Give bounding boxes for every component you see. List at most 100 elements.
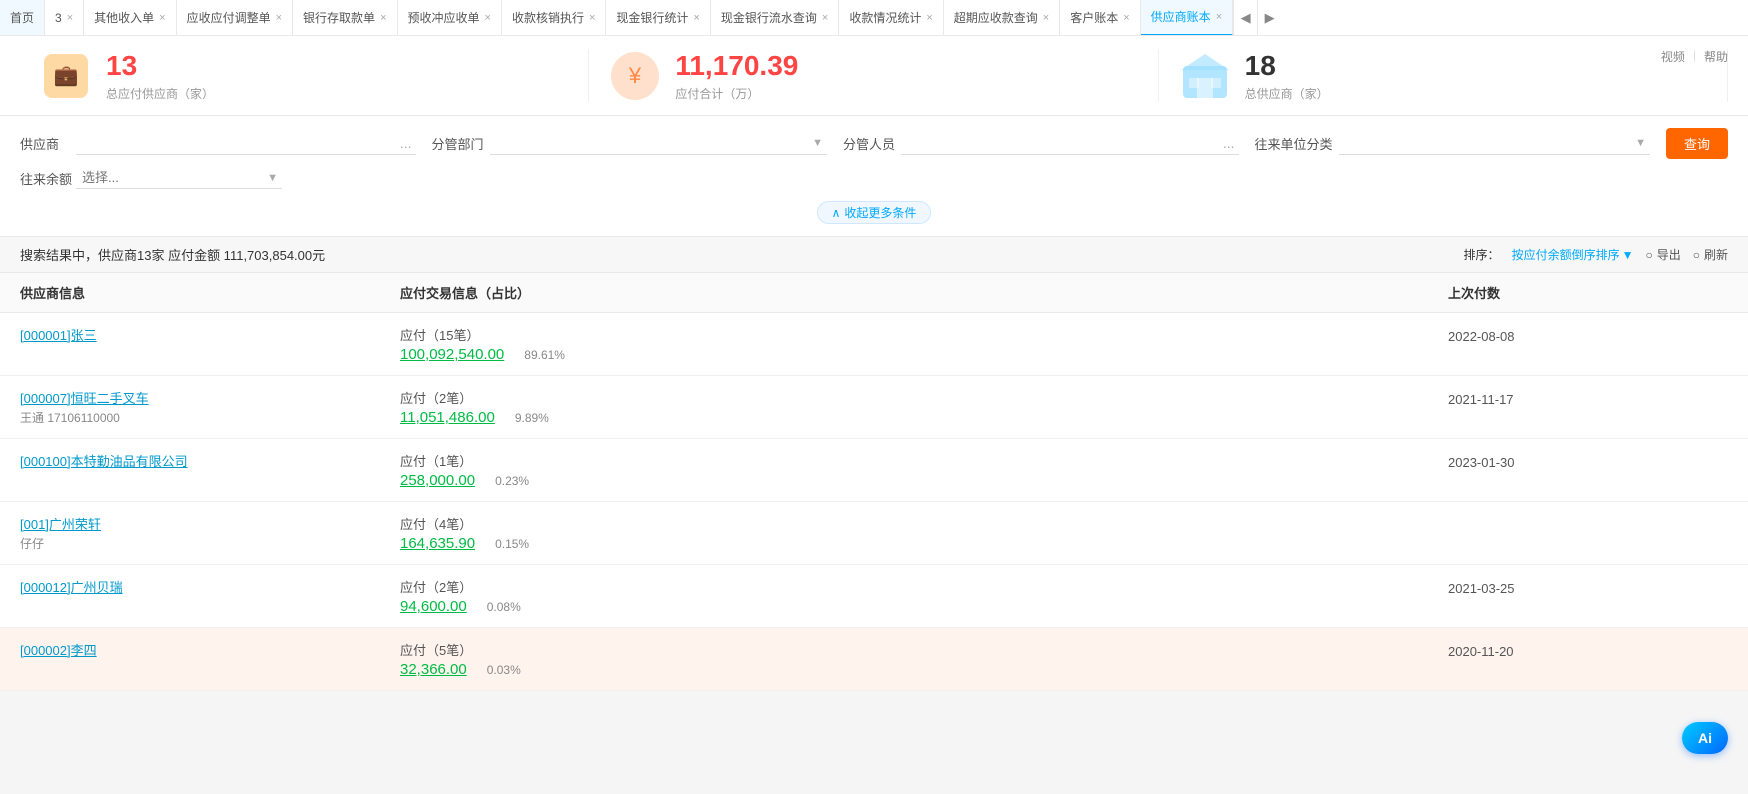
summary-card-payable-suppliers: 💼 13 总应付供应商（家）: [20, 49, 589, 102]
table-row[interactable]: [001]广州荣轩 仔仔 应付（4笔） 164,635.90 0.15%: [0, 502, 1748, 565]
supplier-contact: 王通 17106110000: [20, 409, 400, 426]
dept-dropdown-icon[interactable]: ▼: [812, 137, 823, 149]
cell-supplier: [000001]张三: [20, 325, 400, 344]
nav-prev-arrow[interactable]: ◀: [1233, 0, 1257, 36]
supplier-link[interactable]: [001]广州荣轩: [20, 514, 400, 533]
nav-tab-prepay[interactable]: 预收冲应收单 ×: [398, 0, 502, 36]
nav-tab-cash-stat-label: 现金银行统计: [616, 9, 688, 26]
export-link[interactable]: ○ 导出: [1645, 246, 1680, 263]
supplier-link[interactable]: [000007]恒旺二手叉车: [20, 388, 400, 407]
cell-supplier: [000012]广州贝瑞: [20, 577, 400, 596]
close-icon[interactable]: ×: [693, 12, 699, 24]
close-icon[interactable]: ×: [159, 12, 165, 24]
nav-tab-receipt-stat[interactable]: 收款情况统计 ×: [839, 0, 943, 36]
ai-button[interactable]: Ai: [1682, 722, 1728, 754]
nav-next-arrow[interactable]: ▶: [1257, 0, 1281, 36]
nav-tab-adjust-label: 应收应付调整单: [187, 9, 271, 26]
sort-select[interactable]: 按应付余额倒序排序 ▼: [1512, 246, 1634, 263]
cell-lastpay: [1448, 514, 1728, 518]
person-input-wrap: ...: [901, 133, 1238, 155]
th-transaction: 应付交易信息（占比）: [400, 283, 1448, 302]
collapse-button[interactable]: ∧ 收起更多条件: [817, 201, 932, 224]
close-icon[interactable]: ×: [1123, 12, 1129, 24]
table-row[interactable]: [000012]广州贝瑞 应付（2笔） 94,600.00 0.08% 2021…: [0, 565, 1748, 628]
close-icon[interactable]: ×: [822, 12, 828, 24]
close-icon[interactable]: ×: [380, 12, 386, 24]
dept-filter-label: 分管部门: [432, 134, 484, 153]
nav-tab-3[interactable]: 3 ×: [45, 0, 84, 36]
balance-input[interactable]: [76, 167, 282, 188]
nav-tab-3-label: 3: [55, 11, 62, 25]
balance-dropdown-icon[interactable]: ▼: [267, 172, 278, 184]
tx-amount[interactable]: 32,366.00: [400, 661, 467, 678]
filter-row-2: 往来余额 ▼: [20, 167, 1728, 189]
refresh-link[interactable]: ○ 刷新: [1693, 246, 1728, 263]
close-icon[interactable]: ×: [67, 12, 73, 24]
table-row[interactable]: [000002]李四 应付（5笔） 32,366.00 0.03% 2020-1…: [0, 628, 1748, 691]
dept-input[interactable]: [490, 133, 827, 154]
nav-tab-supplier-book[interactable]: 供应商账本 ×: [1141, 0, 1233, 36]
supplier-contact: 仔仔: [20, 535, 400, 552]
supplier-link[interactable]: [000012]广州贝瑞: [20, 577, 400, 596]
close-icon[interactable]: ×: [276, 12, 282, 24]
close-icon[interactable]: ×: [589, 12, 595, 24]
tx-label: 应付（2笔）: [400, 577, 1448, 596]
close-icon[interactable]: ×: [485, 12, 491, 24]
cell-transaction: 应付（4笔） 164,635.90 0.15%: [400, 514, 1448, 552]
table-row[interactable]: [000007]恒旺二手叉车 王通 17106110000 应付（2笔） 11,…: [0, 376, 1748, 439]
refresh-label: 刷新: [1704, 246, 1728, 263]
summary-card-total-suppliers: 18 总供应商（家）: [1159, 49, 1728, 102]
query-button[interactable]: 查询: [1666, 128, 1728, 159]
supplier-link[interactable]: [000001]张三: [20, 325, 400, 344]
supplier-link[interactable]: [000100]本特勤油品有限公司: [20, 451, 400, 470]
nav-tab-cash-flow-label: 现金银行流水查询: [721, 9, 817, 26]
nav-tab-home[interactable]: 首页: [0, 0, 45, 36]
supplier-link[interactable]: [000002]李四: [20, 640, 400, 659]
tx-amount[interactable]: 164,635.90: [400, 535, 475, 552]
tx-amount[interactable]: 258,000.00: [400, 472, 475, 489]
data-table: 供应商信息 应付交易信息（占比） 上次付数 [000001]张三 应付（15笔）…: [0, 273, 1748, 691]
payable-suppliers-label: 总应付供应商（家）: [106, 85, 214, 102]
close-icon[interactable]: ×: [1043, 12, 1049, 24]
result-summary-text: 搜索结果中，供应商13家 应付金额 111,703,854.00元: [20, 245, 325, 264]
nav-tab-bank[interactable]: 银行存取款单 ×: [293, 0, 397, 36]
cell-lastpay: 2023-01-30: [1448, 451, 1728, 470]
person-dots-icon[interactable]: ...: [1223, 135, 1235, 151]
top-right-links: 视频 | 帮助: [1661, 48, 1728, 65]
help-link[interactable]: 帮助: [1704, 48, 1728, 65]
tx-row: 164,635.90 0.15%: [400, 535, 1448, 552]
tx-label: 应付（15笔）: [400, 325, 1448, 344]
result-bar: 搜索结果中，供应商13家 应付金额 111,703,854.00元 排序： 按应…: [0, 237, 1748, 273]
cell-supplier: [000007]恒旺二手叉车 王通 17106110000: [20, 388, 400, 426]
nav-tab-adjust[interactable]: 应收应付调整单 ×: [177, 0, 293, 36]
total-amount-value: 11,170.39: [675, 49, 798, 83]
close-icon[interactable]: ×: [926, 12, 932, 24]
table-row[interactable]: [000001]张三 应付（15笔） 100,092,540.00 89.61%…: [0, 313, 1748, 376]
table-row[interactable]: [000100]本特勤油品有限公司 应付（1笔） 258,000.00 0.23…: [0, 439, 1748, 502]
tx-amount[interactable]: 11,051,486.00: [400, 409, 495, 426]
nav-tab-other-income[interactable]: 其他收入单 ×: [84, 0, 176, 36]
svg-text:¥: ¥: [628, 63, 642, 88]
sort-label: 排序：: [1464, 246, 1500, 263]
nav-tab-cash-stat[interactable]: 现金银行统计 ×: [606, 0, 710, 36]
sort-value-label: 按应付余额倒序排序: [1512, 246, 1620, 263]
tx-amount[interactable]: 100,092,540.00: [400, 346, 504, 363]
category-dropdown-icon[interactable]: ▼: [1635, 137, 1646, 149]
nav-tab-overdue[interactable]: 超期应收款查询 ×: [944, 0, 1060, 36]
export-label: 导出: [1657, 246, 1681, 263]
tx-amount[interactable]: 94,600.00: [400, 598, 467, 615]
balance-input-wrap: ▼: [76, 167, 282, 189]
category-input[interactable]: [1339, 133, 1650, 154]
video-link[interactable]: 视频: [1661, 48, 1685, 65]
nav-tab-customer-book[interactable]: 客户账本 ×: [1060, 0, 1140, 36]
supplier-input[interactable]: [76, 133, 416, 154]
close-icon[interactable]: ×: [1216, 11, 1222, 23]
store-icon: [1179, 50, 1231, 102]
nav-tab-collection[interactable]: 收款核销执行 ×: [502, 0, 606, 36]
card-total-supplier-text: 18 总供应商（家）: [1245, 49, 1329, 102]
person-input[interactable]: [901, 133, 1238, 154]
refresh-icon: ○: [1693, 248, 1700, 262]
category-filter-label: 往来单位分类: [1255, 134, 1333, 153]
nav-tab-cash-flow[interactable]: 现金银行流水查询 ×: [711, 0, 839, 36]
supplier-dots-icon[interactable]: ...: [400, 135, 412, 151]
